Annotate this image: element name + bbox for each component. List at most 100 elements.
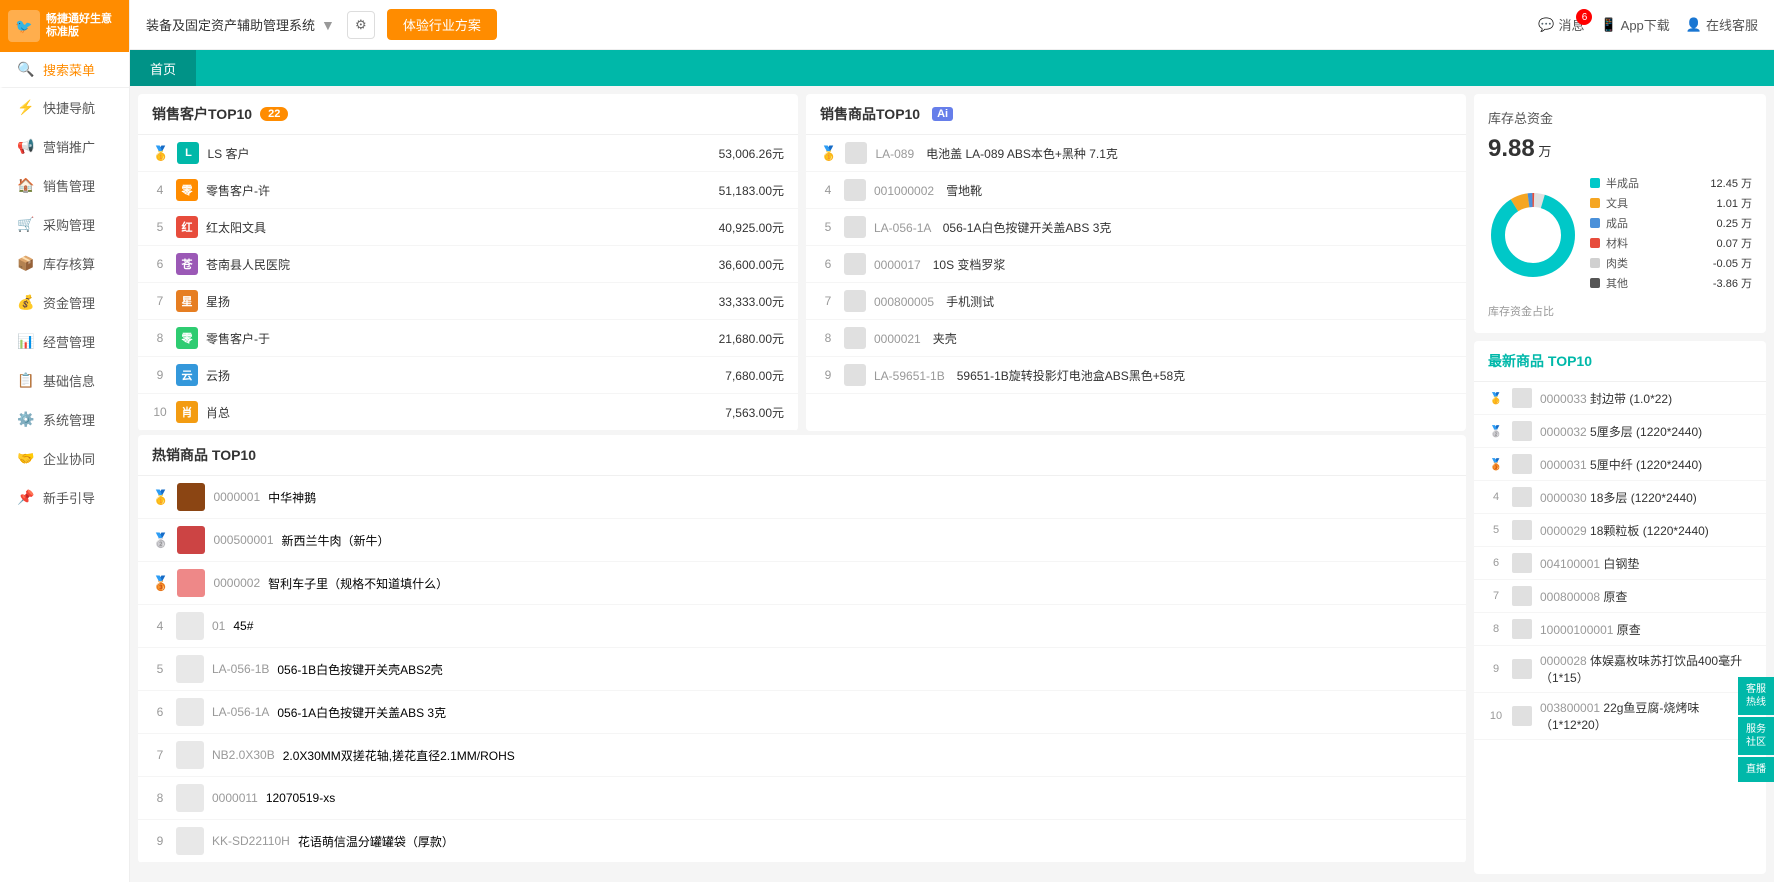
- search-icon: 🔍: [17, 61, 35, 78]
- customer-count-badge: 22: [260, 107, 288, 121]
- customer-panel-header: 销售客户TOP10 22: [138, 94, 798, 135]
- hotline-button[interactable]: 客服热线: [1738, 677, 1774, 715]
- phone-icon: 📱: [1600, 17, 1616, 33]
- rank-num: 10: [152, 405, 168, 419]
- hot-name: 花语萌信温分罐罐袋（厚款）: [298, 833, 454, 850]
- product-sale-header: 销售商品TOP10 Ai: [806, 94, 1466, 135]
- customer-value: 36,600.00元: [719, 256, 784, 273]
- sidebar-nav: ⚡ 快捷导航 📢 营销推广 🏠 销售管理 🛒 采购管理 📦 库存核算 💰 资金管…: [0, 88, 129, 882]
- hot-code: LA-056-1B: [212, 662, 269, 676]
- app-download-button[interactable]: 📱 App下载: [1600, 15, 1669, 34]
- medal-icon: 🥈: [152, 532, 169, 549]
- sidebar-item-finance[interactable]: 💰 资金管理: [0, 283, 129, 322]
- latest-img: [1512, 706, 1532, 726]
- experience-button[interactable]: 体验行业方案: [387, 9, 497, 40]
- legend-item: 肉类 -0.05 万: [1590, 255, 1752, 271]
- latest-img: [1512, 487, 1532, 507]
- product-avatar: [844, 290, 866, 312]
- legend-dot: [1590, 258, 1600, 268]
- sidebar-item-sales[interactable]: 🏠 销售管理: [0, 166, 129, 205]
- customer-value: 21,680.00元: [719, 330, 784, 347]
- rank-num: 6: [152, 705, 168, 719]
- sidebar-item-inventory[interactable]: 📦 库存核算: [0, 244, 129, 283]
- hot-product-img: [177, 526, 205, 554]
- customer-avatar: 红: [176, 216, 198, 238]
- sidebar-item-shortcut[interactable]: ⚡ 快捷导航: [0, 88, 129, 127]
- latest-name: 10000100001 原查: [1540, 621, 1752, 638]
- community-button[interactable]: 服务社区: [1738, 717, 1774, 755]
- customer-avatar: 星: [176, 290, 198, 312]
- product-code-name: 0000021 夹壳: [874, 330, 1452, 347]
- hot-code: 000500001: [213, 533, 273, 547]
- sidebar-item-guide[interactable]: 📌 新手引导: [0, 478, 129, 517]
- customer-value: 33,333.00元: [719, 293, 784, 310]
- rank-num: 8: [152, 791, 168, 805]
- product-code-name: 000800005 手机测试: [874, 293, 1452, 310]
- purchase-icon: 🛒: [17, 216, 35, 233]
- header-system: 装备及固定资产辅助管理系统 ▼: [146, 15, 335, 34]
- sidebar-item-system[interactable]: ⚙️ 系统管理: [0, 400, 129, 439]
- message-button[interactable]: 💬 消息 6: [1538, 15, 1584, 34]
- rank-num: 7: [1488, 590, 1504, 602]
- latest-item: 8 10000100001 原查: [1474, 613, 1766, 646]
- product-sale-row: 7 000800005 手机测试: [806, 283, 1466, 320]
- customer-row: 4 零 零售客户-许 51,183.00元: [138, 172, 798, 209]
- product-code-name: 001000002 雪地靴: [874, 182, 1452, 199]
- legend-value: 0.07 万: [1717, 235, 1752, 251]
- hot-products-title: 热销商品 TOP10: [152, 447, 256, 463]
- product-sale-row: 5 LA-056-1A 056-1A白色按键开关盖ABS 3克: [806, 209, 1466, 246]
- donut-legend: 半成品 12.45 万 文具 1.01 万 成品 0.25 万: [1590, 175, 1752, 295]
- content-area: 销售客户TOP10 22 🥇 L LS 客户 53,006.26元: [130, 86, 1774, 882]
- latest-products-header: 最新商品 TOP10: [1474, 341, 1766, 382]
- panels-area: 销售客户TOP10 22 🥇 L LS 客户 53,006.26元: [130, 86, 1474, 882]
- livestream-button[interactable]: 直播: [1738, 757, 1774, 782]
- customer-value: 53,006.26元: [719, 145, 784, 162]
- system-name: 装备及固定资产辅助管理系统: [146, 15, 315, 34]
- basic-icon: 📋: [17, 372, 35, 389]
- sidebar-item-marketing[interactable]: 📢 营销推广: [0, 127, 129, 166]
- dropdown-arrow-icon[interactable]: ▼: [321, 17, 335, 33]
- rank-num: 7: [152, 294, 168, 308]
- config-icon: ⚙: [355, 17, 367, 33]
- customer-row: 9 云 云扬 7,680.00元: [138, 357, 798, 394]
- hot-code: 0000002: [213, 576, 260, 590]
- latest-item: 4 0000030 18多层 (1220*2440): [1474, 481, 1766, 514]
- customer-value: 40,925.00元: [719, 219, 784, 236]
- finance-icon: 💰: [17, 294, 35, 311]
- latest-item: 🥇 0000033 封边带 (1.0*22): [1474, 382, 1766, 415]
- inventory-total: 9.88 万: [1488, 135, 1752, 163]
- online-service-button[interactable]: 👤 在线客服: [1686, 15, 1758, 34]
- latest-img: [1512, 520, 1532, 540]
- hot-name: 056-1B白色按键开关壳ABS2壳: [277, 661, 442, 678]
- sidebar-item-purchase[interactable]: 🛒 采购管理: [0, 205, 129, 244]
- product-sale-row: 9 LA-59651-1B 59651-1B旋转投影灯电池盒ABS黑色+58克: [806, 357, 1466, 394]
- rank-num: 9: [152, 368, 168, 382]
- latest-name: 0000032 5厘多层 (1220*2440): [1540, 423, 1752, 440]
- latest-img: [1512, 619, 1532, 639]
- product-sale-row: 🥇 LA-089 电池盖 LA-089 ABS本色+黑种 7.1克: [806, 135, 1466, 172]
- latest-name: 003800001 22g鱼豆腐-烧烤味（1*12*20）: [1540, 699, 1752, 733]
- sidebar-search[interactable]: 🔍 搜索菜单: [0, 52, 129, 88]
- latest-img: [1512, 454, 1532, 474]
- rank-num: 4: [152, 183, 168, 197]
- sidebar-item-enterprise[interactable]: 🤝 企业协同: [0, 439, 129, 478]
- sidebar-item-operation[interactable]: 📊 经营管理: [0, 322, 129, 361]
- hot-name: 中华神鹅: [268, 489, 316, 506]
- rank-num: 5: [820, 220, 836, 234]
- customer-avatar: 肖: [176, 401, 198, 423]
- latest-top-label: TOP10: [1548, 353, 1592, 369]
- rank-num: 7: [820, 294, 836, 308]
- product-sale-row: 8 0000021 夹壳: [806, 320, 1466, 357]
- sidebar-item-basic[interactable]: 📋 基础信息: [0, 361, 129, 400]
- ai-badge: Ai: [932, 107, 953, 121]
- config-button[interactable]: ⚙: [347, 11, 375, 39]
- customer-list: 🥇 L LS 客户 53,006.26元 4 零 零售客户-许 51,183.0…: [138, 135, 798, 431]
- customer-row: 7 星 星扬 33,333.00元: [138, 283, 798, 320]
- hot-item: 🥇 0000001 中华神鹅: [138, 476, 1466, 519]
- medal-icon: 🥇: [820, 145, 837, 162]
- latest-name: 004100001 白钢垫: [1540, 555, 1752, 572]
- product-code-name: LA-089 电池盖 LA-089 ABS本色+黑种 7.1克: [875, 145, 1452, 162]
- tab-home[interactable]: 首页: [130, 50, 196, 86]
- hot-name: 056-1A白色按键开关盖ABS 3克: [277, 704, 446, 721]
- product-avatar: [845, 142, 867, 164]
